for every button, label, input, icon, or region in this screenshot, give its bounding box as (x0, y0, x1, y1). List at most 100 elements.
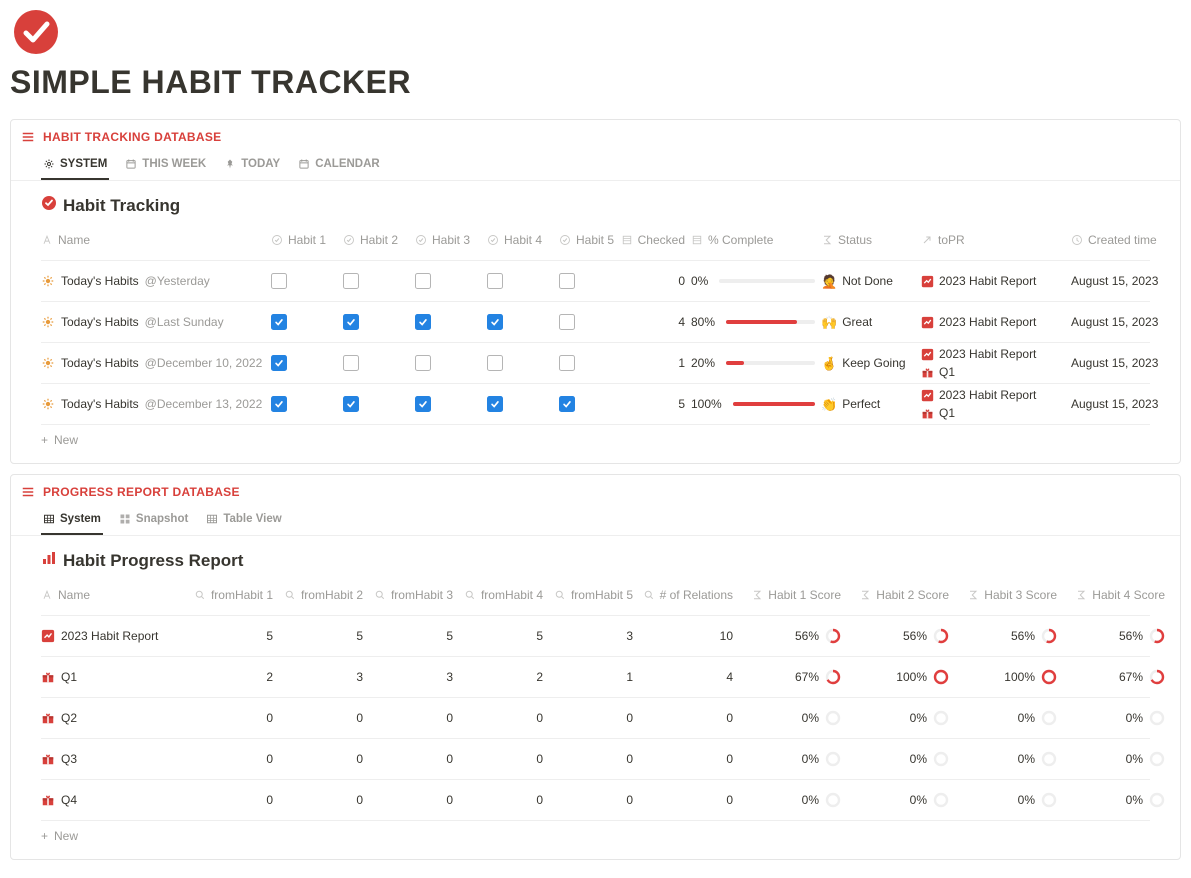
relation-chip[interactable]: 2023 Habit Report (921, 315, 1036, 329)
tab-this-week[interactable]: THIS WEEK (123, 152, 208, 180)
column-label: fromHabit 3 (391, 588, 453, 602)
habit-checkbox[interactable] (343, 396, 359, 412)
column-header[interactable]: % Complete (691, 233, 821, 247)
relation-chip[interactable]: 2023 Habit Report (921, 347, 1036, 361)
row-name[interactable]: 2023 Habit Report (41, 629, 189, 643)
column-header[interactable]: Habit 1 Score (739, 588, 847, 602)
relation-chip[interactable]: Q1 (921, 365, 1036, 379)
column-header[interactable]: Habit 3 Score (955, 588, 1063, 602)
relation-cell[interactable]: 2023 Habit Report Q1 (921, 347, 1071, 379)
column-header[interactable]: toPR (921, 233, 1071, 247)
column-header[interactable]: Created time (1071, 233, 1171, 247)
column-header[interactable]: Habit 2 Score (847, 588, 955, 602)
rollup-value: 0 (459, 752, 549, 766)
toggle-icon[interactable] (21, 130, 35, 144)
row-name[interactable]: Today's Habits@December 10, 2022 (41, 356, 271, 370)
habit-checkbox[interactable] (271, 314, 287, 330)
column-header[interactable]: # of Relations (639, 588, 739, 602)
habit-checkbox[interactable] (487, 396, 503, 412)
row-name[interactable]: Q2 (41, 711, 189, 725)
relation-cell[interactable]: 2023 Habit Report (921, 315, 1071, 329)
habit-checkbox[interactable] (487, 273, 503, 289)
status-cell: 🙌Great (821, 315, 921, 329)
row-name[interactable]: Today's Habits@Last Sunday (41, 315, 271, 329)
table-row[interactable]: Q20000000%0%0%0% (41, 698, 1150, 739)
habit-checkbox[interactable] (415, 314, 431, 330)
habit-checkbox[interactable] (271, 273, 287, 289)
row-name[interactable]: Q3 (41, 752, 189, 766)
row-name[interactable]: Today's Habits@December 13, 2022 (41, 397, 271, 411)
row-name[interactable]: Q4 (41, 793, 189, 807)
tab-calendar[interactable]: CALENDAR (296, 152, 382, 180)
table-icon (43, 513, 55, 525)
score-cell: 56% (1063, 628, 1171, 644)
column-header[interactable]: fromHabit 3 (369, 588, 459, 602)
table-row[interactable]: 2023 Habit Report555531056%56%56%56% (41, 616, 1150, 657)
created-time: August 15, 2023 (1071, 356, 1171, 370)
relation-label: 2023 Habit Report (939, 315, 1036, 329)
table-row[interactable]: Q30000000%0%0%0% (41, 739, 1150, 780)
progress-ring (1041, 710, 1057, 726)
new-row-button[interactable]: + New (11, 821, 1180, 851)
tab-snapshot[interactable]: Snapshot (117, 507, 190, 535)
tab-today[interactable]: TODAY (222, 152, 282, 180)
table-row[interactable]: Today's Habits@Last Sunday480%🙌Great2023… (41, 302, 1150, 343)
tab-system[interactable]: System (41, 507, 103, 535)
column-header[interactable]: Name (41, 588, 189, 602)
habit-checkbox[interactable] (415, 355, 431, 371)
habit-checkbox[interactable] (559, 314, 575, 330)
progress-ring (933, 628, 949, 644)
column-header[interactable]: Name (41, 233, 271, 247)
habit-checkbox[interactable] (343, 355, 359, 371)
table-row[interactable]: Q123321467%100%100%67% (41, 657, 1150, 698)
score-value: 100% (896, 670, 927, 684)
date-mention: @Last Sunday (145, 315, 224, 329)
relation-chip[interactable]: 2023 Habit Report (921, 274, 1036, 288)
table-row[interactable]: Today's Habits@Yesterday00%🤦Not Done2023… (41, 261, 1150, 302)
relation-cell[interactable]: 2023 Habit Report Q1 (921, 388, 1071, 420)
habit-checkbox[interactable] (487, 355, 503, 371)
new-row-button[interactable]: + New (11, 425, 1180, 455)
column-header[interactable]: fromHabit 4 (459, 588, 549, 602)
habit-checkbox[interactable] (487, 314, 503, 330)
tab-table-view[interactable]: Table View (204, 507, 283, 535)
status-emoji: 🙌 (821, 316, 837, 329)
habit-checkbox[interactable] (559, 273, 575, 289)
row-name[interactable]: Q1 (41, 670, 189, 684)
column-label: toPR (938, 233, 965, 247)
habit-checkbox[interactable] (559, 396, 575, 412)
column-label: Habit 2 Score (876, 588, 949, 602)
habit-checkbox[interactable] (343, 273, 359, 289)
page-icon (12, 8, 60, 56)
column-header[interactable]: Habit 3 (415, 233, 487, 247)
column-header[interactable]: Habit 2 (343, 233, 415, 247)
habit-checkbox[interactable] (271, 355, 287, 371)
column-header[interactable]: Status (821, 233, 921, 247)
column-header[interactable]: Habit 1 (271, 233, 343, 247)
column-header[interactable]: Habit 4 (487, 233, 559, 247)
tab-system[interactable]: SYSTEM (41, 152, 109, 180)
relation-chip[interactable]: 2023 Habit Report (921, 388, 1036, 402)
habit-checkbox[interactable] (415, 273, 431, 289)
relation-cell[interactable]: 2023 Habit Report (921, 274, 1071, 288)
column-label: % Complete (708, 233, 773, 247)
column-header[interactable]: Habit 4 Score (1063, 588, 1171, 602)
table-row[interactable]: Today's Habits@December 10, 2022120%🤞Kee… (41, 343, 1150, 384)
habit-checkbox[interactable] (343, 314, 359, 330)
page-name: Q2 (61, 711, 77, 725)
table-row[interactable]: Today's Habits@December 13, 20225100%👏Pe… (41, 384, 1150, 425)
habit-checkbox[interactable] (415, 396, 431, 412)
toggle-icon[interactable] (21, 485, 35, 499)
habit-checkbox[interactable] (559, 355, 575, 371)
table-row[interactable]: Q40000000%0%0%0% (41, 780, 1150, 821)
progress-bar (719, 279, 815, 283)
column-header[interactable]: Checked (631, 233, 691, 247)
column-header[interactable]: fromHabit 2 (279, 588, 369, 602)
gift-icon (41, 670, 55, 684)
column-header[interactable]: fromHabit 5 (549, 588, 639, 602)
column-header[interactable]: fromHabit 1 (189, 588, 279, 602)
relation-chip[interactable]: Q1 (921, 406, 1036, 420)
habit-checkbox[interactable] (271, 396, 287, 412)
row-name[interactable]: Today's Habits@Yesterday (41, 274, 271, 288)
text-icon (41, 234, 53, 246)
